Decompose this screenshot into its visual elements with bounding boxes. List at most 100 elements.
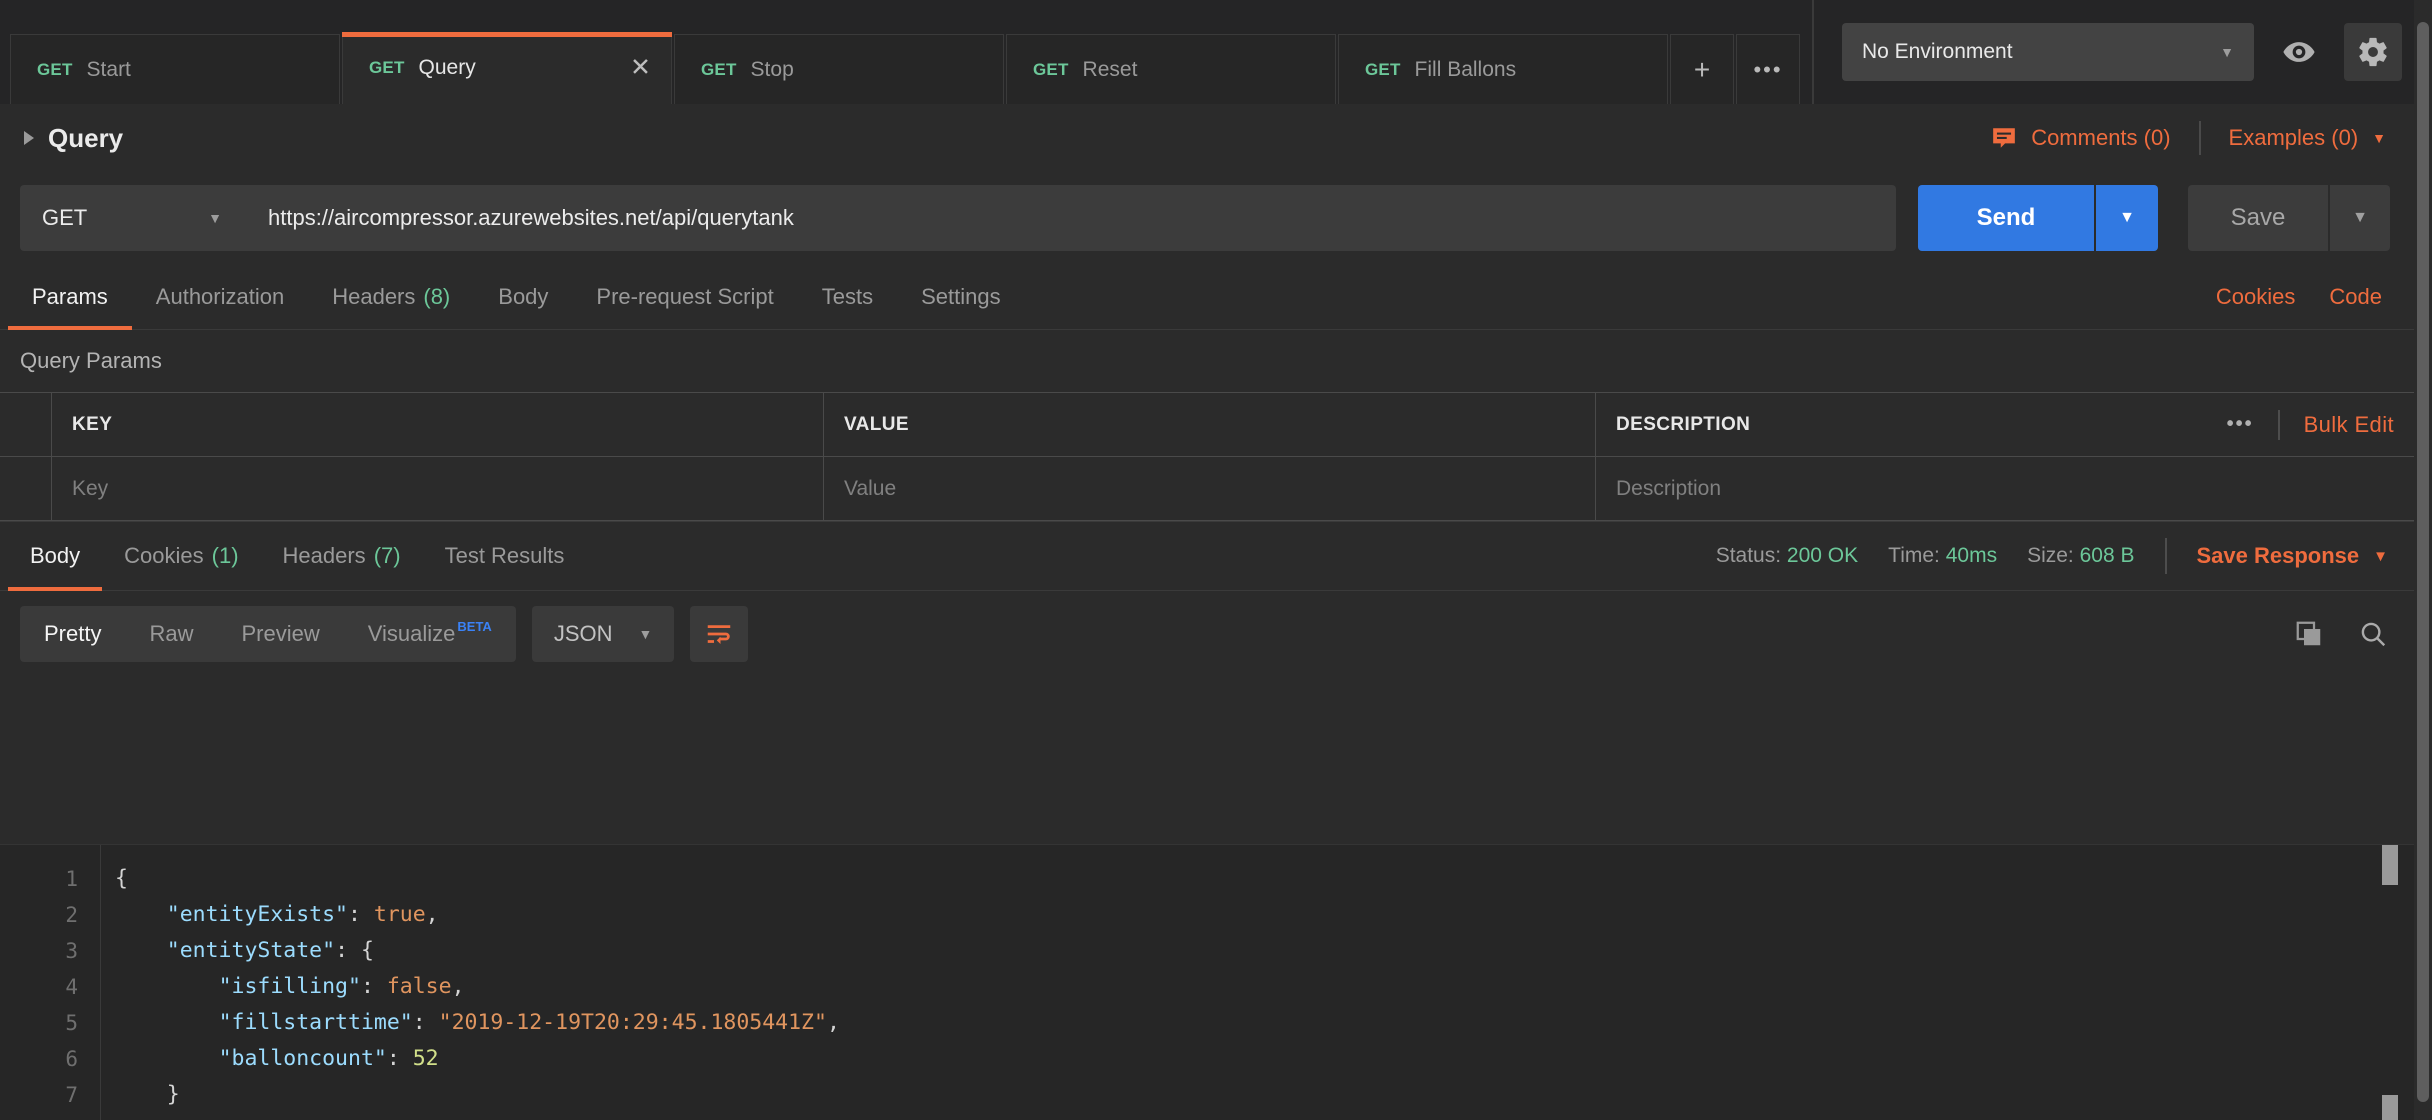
word-wrap-button[interactable] [690,606,749,662]
tab-tests[interactable]: Tests [798,264,897,330]
tab-label: Settings [921,283,1001,309]
save-response-button[interactable]: Save Response ▼ [2197,543,2389,569]
code-token: , [826,1010,840,1035]
response-tab-body[interactable]: Body [8,521,103,591]
response-tab-headers[interactable]: Headers (7) [261,521,423,591]
tab-pre-request-script[interactable]: Pre-request Script [572,264,797,330]
code-token: false [386,974,452,999]
page-scrollbar[interactable] [2414,0,2432,1120]
code-line: "entityState": { [115,933,2414,969]
tab-more-options-button[interactable]: ••• [1736,34,1800,104]
code-token: { [115,866,128,891]
header-checkbox-cell [0,393,52,456]
tab-params[interactable]: Params [8,264,132,330]
examples-button[interactable]: Examples (0) ▼ [2201,125,2386,151]
status-value: 200 OK [1786,544,1859,567]
line-number: 5 [65,1011,78,1035]
column-header-value: VALUE [824,393,1596,456]
send-button[interactable]: Send [1918,185,2094,251]
code-token: } [115,1082,180,1107]
response-time: Time: 40ms [1888,544,1997,568]
environment-quick-look-button[interactable] [2270,23,2328,81]
request-pane: Query Comments (0) Examples (0) ▼ GET ▼ … [0,104,2414,1120]
send-options-button[interactable]: ▼ [2094,185,2158,251]
code-line: "isfilling": false, [115,969,2414,1005]
response-tab-test-results[interactable]: Test Results [423,521,587,591]
tab-name-label: Query [418,56,476,79]
copy-button[interactable] [2294,619,2324,649]
http-method-selector[interactable]: GET ▼ [20,185,244,251]
param-description-input[interactable]: Description [1596,457,2414,520]
request-title-group[interactable]: Query [24,123,123,154]
close-icon[interactable]: ✕ [630,55,651,81]
param-value-input[interactable]: Value [824,457,1596,520]
code-token: "fillstarttime" [218,1010,413,1035]
request-tab-query[interactable]: GET Query ✕ [342,32,672,104]
chevron-right-icon[interactable] [24,131,34,145]
tab-label: Headers [332,283,416,309]
code-scrollbar-thumb-top[interactable] [2382,845,2398,885]
tab-body[interactable]: Body [474,264,572,330]
response-tab-label: Headers [282,543,366,568]
code-link[interactable]: Code [2329,284,2382,310]
request-tab-stop[interactable]: GET Stop [674,34,1004,104]
code-line: } [115,1113,2414,1120]
tab-method-label: GET [701,59,737,79]
line-number: 2 [65,903,78,927]
response-tab-count-badge: (1) [211,543,239,568]
chevron-down-icon: ▼ [208,210,222,226]
settings-button[interactable] [2344,23,2402,81]
search-button[interactable] [2358,619,2388,649]
request-tab-start[interactable]: GET Start [10,34,340,104]
tab-method-label: GET [369,58,405,77]
bulk-edit-button[interactable]: Bulk Edit [2304,412,2394,438]
page-title: Query [48,122,124,153]
word-wrap-icon [704,619,734,649]
response-format-selector[interactable]: JSON ▼ [531,606,675,662]
gear-icon [2356,35,2390,69]
tab-authorization[interactable]: Authorization [132,264,308,330]
column-header-description-label: DESCRIPTION [1616,413,1751,435]
tab-headers[interactable]: Headers (8) [308,264,474,330]
code-scrollbar-thumb-bottom[interactable] [2382,1095,2398,1120]
comments-button[interactable]: Comments (0) [1991,125,2198,151]
code-line: "entityExists": true, [115,897,2414,933]
save-options-button[interactable]: ▼ [2328,185,2390,251]
column-header-description: DESCRIPTION ••• Bulk Edit [1596,393,2414,456]
response-tab-label: Cookies [124,543,204,568]
code-token: , [451,974,465,999]
query-params-table: KEY VALUE DESCRIPTION ••• Bulk Edit Key … [0,392,2414,521]
response-body-toolbar: Pretty Raw Preview Visualize BETA JSON ▼ [0,591,2414,677]
param-key-input[interactable]: Key [52,457,824,520]
response-tab-cookies[interactable]: Cookies (1) [102,521,260,591]
view-mode-raw[interactable]: Raw [125,606,217,662]
save-button[interactable]: Save [2188,185,2328,251]
http-method-label: GET [42,205,88,230]
request-tab-fill-ballons[interactable]: GET Fill Ballons [1338,34,1668,104]
row-checkbox-cell[interactable] [0,457,52,520]
view-mode-preview[interactable]: Preview [217,606,343,662]
line-number: 8 [0,1113,78,1120]
new-tab-button[interactable]: + [1670,34,1734,104]
query-params-label: Query Params [20,348,162,373]
code-scrollbar[interactable] [2382,845,2398,1120]
cookies-link[interactable]: Cookies [2216,284,2295,310]
tab-label: Params [32,283,108,309]
more-options-icon[interactable]: ••• [2227,413,2254,436]
request-tab-reset[interactable]: GET Reset [1006,34,1336,104]
code-token: "isfilling" [218,974,361,999]
status-label: Status: [1715,544,1782,567]
request-tabs-links: Cookies Code [2216,284,2386,310]
request-tab-bar: GET Start GET Query ✕ GET Stop GET Reset GET Fill … [0,0,1812,104]
url-input[interactable]: https://aircompressor.azurewebsites.net/… [244,185,1896,251]
code-content[interactable]: { "entityExists": true, "entityState": {… [100,845,2414,1120]
tab-settings[interactable]: Settings [897,264,1025,330]
view-mode-pretty[interactable]: Pretty [20,606,125,662]
environment-selector[interactable]: No Environment ▼ [1842,23,2254,81]
request-title-actions: Comments (0) Examples (0) ▼ [1991,121,2386,155]
request-title-row: Query Comments (0) Examples (0) ▼ [0,104,2414,172]
page-scrollbar-thumb[interactable] [2417,22,2429,1102]
view-mode-visualize[interactable]: Visualize BETA [344,606,516,662]
